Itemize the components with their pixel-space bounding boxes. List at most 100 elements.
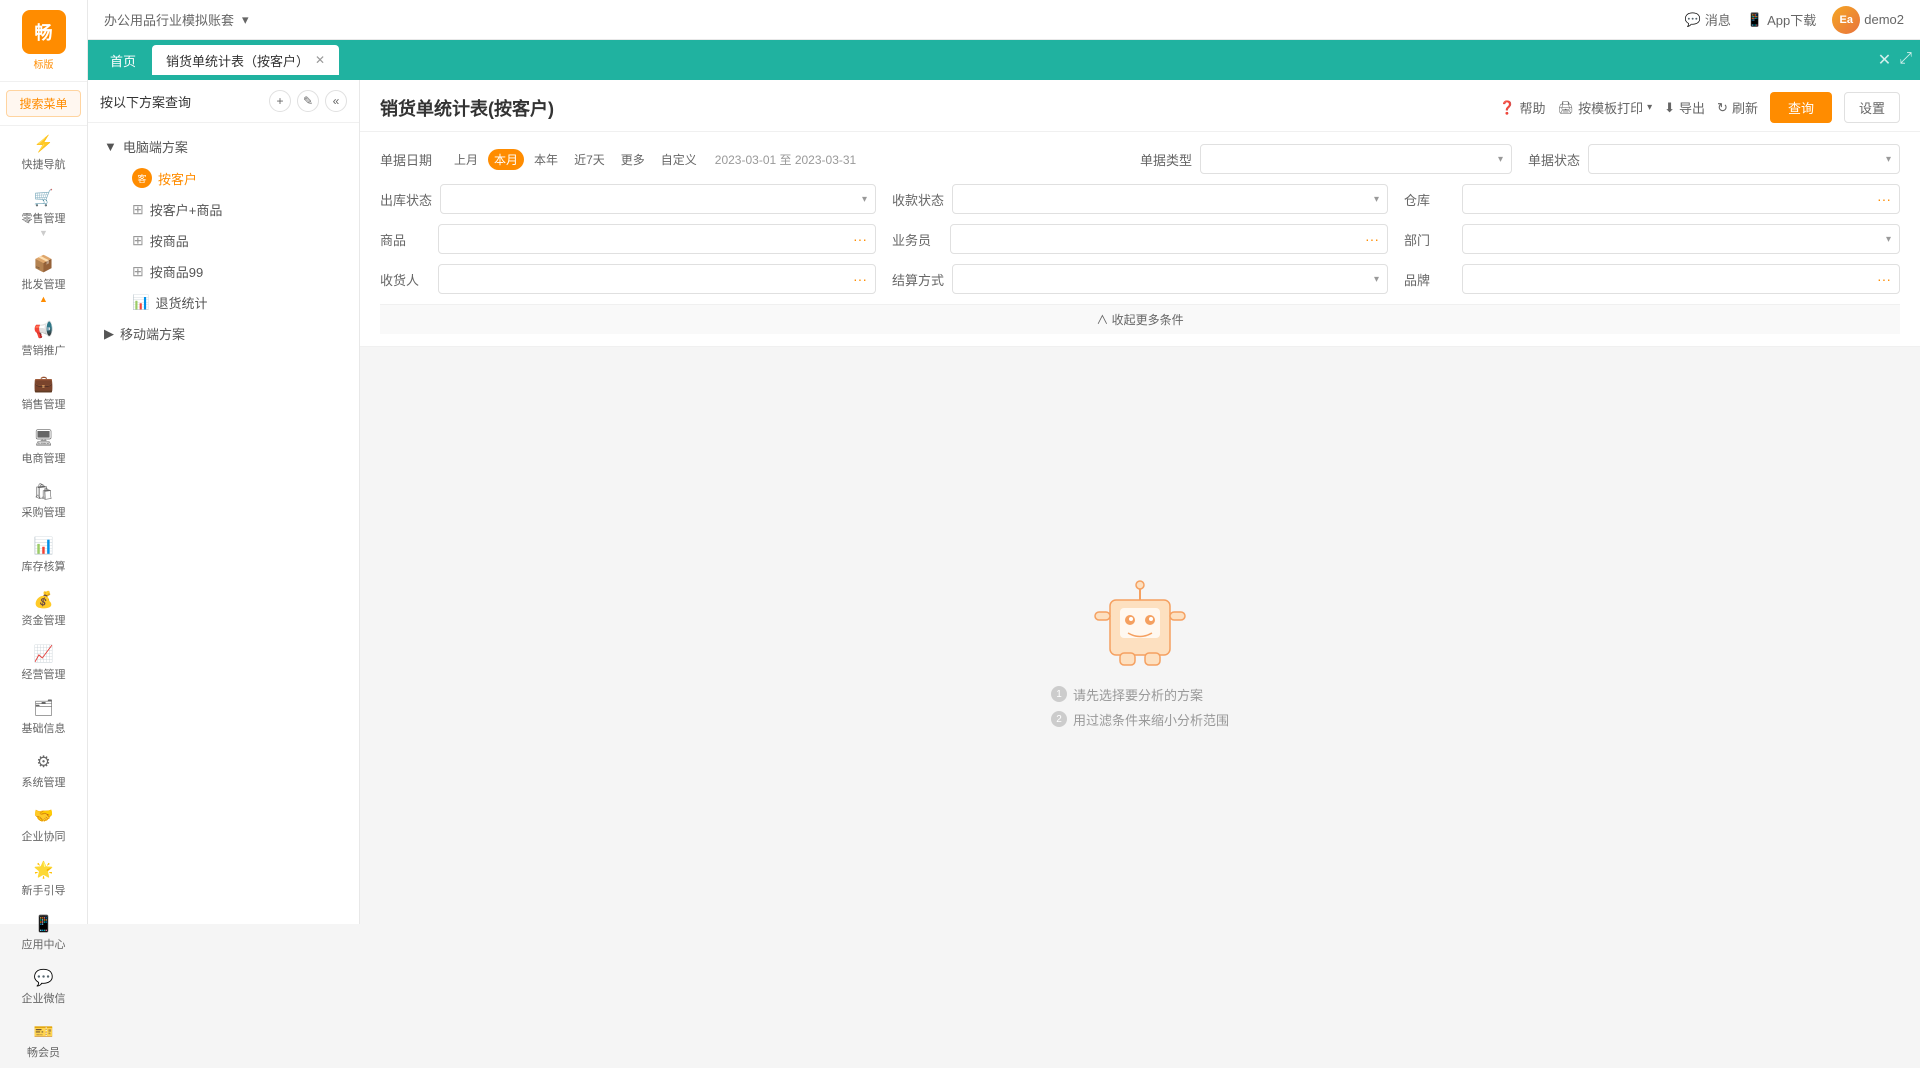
salesperson-more-icon: ··· [1365,231,1379,247]
topbar: 办公用品行业模拟账套 ▾ 💬 消息 📱 App下载 Ea demo2 [88,0,1920,40]
sidebar-item-wholesale[interactable]: 📦 批发管理 ▲ [0,246,87,312]
page-title: 销货单统计表(按客户) [380,95,554,121]
wholesale-icon: 📦 [34,254,54,274]
empty-tip-2: 2 用过滤条件来缩小分析范围 [1051,710,1229,729]
sidebar-item-corp-wechat[interactable]: 💬 企业微信 [0,960,87,1014]
finance-label: 资金管理 [22,612,66,628]
wholesale-arrow: ▲ [39,294,48,304]
tab-expand-button[interactable]: ⤢ [1899,50,1912,70]
date-shortcut-this-month[interactable]: 本月 [488,149,524,170]
mobile-group-label: 移动端方案 [120,324,185,343]
add-scheme-button[interactable]: + [269,90,291,112]
left-panel-actions: + ✎ « [269,90,347,112]
filter-row-3: 商品 ··· 业务员 ··· 部门 [380,224,1900,254]
help-label: 帮助 [1520,98,1546,117]
sidebar-item-finance[interactable]: 💰 资金管理 [0,582,87,636]
sidebar-item-basic[interactable]: 🗂 基础信息 [0,690,87,744]
members-label: 畅会员 [27,1044,60,1060]
brand-select[interactable]: ··· [1462,264,1900,294]
dept-label: 部门 [1404,230,1454,249]
settle-chevron-icon: ▾ [1374,274,1379,285]
sidebar-item-system[interactable]: ⚙ 系统管理 [0,744,87,798]
tip-1-number: 1 [1051,686,1067,702]
scheme-item-return-stat[interactable]: 📊 退货统计 [104,287,359,318]
sidebar-item-retail[interactable]: 🛒 零售管理 ▼ [0,180,87,246]
mobile-group-header[interactable]: ▶ 移动端方案 [88,318,359,349]
tabbar: 首页 销货单统计表（按客户） ✕ ✕ ⤢ [88,40,1920,80]
desktop-scheme-group: ▼ 电脑端方案 客 按客户 ⊞ 按客户+商品 ⊞ [88,131,359,318]
sidebar-item-sales[interactable]: 💼 销售管理 [0,366,87,420]
scheme-item-by-customer[interactable]: 客 按客户 [104,162,359,194]
sidebar-item-quick-nav[interactable]: ⚡ 快捷导航 [0,126,87,180]
edit-scheme-button[interactable]: ✎ [297,90,319,112]
desktop-group-header[interactable]: ▼ 电脑端方案 [88,131,359,162]
brand-label: 品牌 [1404,270,1454,289]
tab-close-all-button[interactable]: ✕ [1878,50,1891,70]
search-menu-button[interactable]: 搜索菜单 [6,90,81,117]
left-panel-title: 按以下方案查询 [100,92,191,111]
refresh-button[interactable]: ↻ 刷新 [1717,98,1758,117]
help-button[interactable]: ❓ 帮助 [1499,98,1545,117]
tab-close-button[interactable]: ✕ [315,53,325,67]
by-customer-label: 按客户 [158,169,197,188]
right-panel: 销货单统计表(按客户) ❓ 帮助 🖨 按模板打印 ▾ ⬇ 导出 [360,80,1920,924]
enterprise-icon: 🤝 [34,806,54,826]
app-download-button[interactable]: 📱 App下载 [1747,10,1816,29]
tip-2-number: 2 [1051,711,1067,727]
filter-doc-status: 单据状态 ▾ [1528,144,1900,174]
tab-home[interactable]: 首页 [96,45,150,75]
scheme-item-product-99[interactable]: ⊞ 按商品99 [104,256,359,287]
product-select[interactable]: ··· [438,224,876,254]
scheme-item-customer-product[interactable]: ⊞ 按客户+商品 [104,194,359,225]
empty-tips: 1 请先选择要分析的方案 2 用过滤条件来缩小分析范围 [1051,685,1229,729]
industry-dropdown[interactable]: ▾ [242,12,249,28]
date-shortcut-last-7days[interactable]: 近7天 [568,149,611,170]
sales-label: 销售管理 [22,396,66,412]
collapse-panel-button[interactable]: « [325,90,347,112]
warehouse-select[interactable]: ··· [1462,184,1900,214]
sidebar-item-members[interactable]: 🎫 畅会员 [0,1014,87,1068]
sidebar-item-ecom[interactable]: 🖥 电商管理 [0,420,87,474]
collapse-filter-button[interactable]: ∧ 收起更多条件 [380,304,1900,334]
warehouse-more-icon: ··· [1877,191,1891,207]
sidebar-item-apps[interactable]: 📱 应用中心 [0,906,87,960]
sidebar-item-onboard[interactable]: 🌟 新手引导 [0,852,87,906]
sidebar-item-inventory[interactable]: 📊 库存核算 [0,528,87,582]
setting-button[interactable]: 设置 [1844,92,1900,123]
receiver-select[interactable]: ··· [438,264,876,294]
export-button[interactable]: ⬇ 导出 [1664,98,1705,117]
print-button[interactable]: 🖨 按模板打印 ▾ [1558,98,1653,117]
pay-status-select[interactable]: ▾ [952,184,1388,214]
message-label: 消息 [1705,10,1731,29]
query-button[interactable]: 查询 [1770,92,1832,123]
dept-select[interactable]: ▾ [1462,224,1900,254]
date-shortcut-custom[interactable]: 自定义 [655,149,703,170]
settle-select[interactable]: ▾ [952,264,1388,294]
scheme-item-by-product[interactable]: ⊞ 按商品 [104,225,359,256]
tab-sales-stat[interactable]: 销货单统计表（按客户） ✕ [152,45,339,75]
salesperson-select[interactable]: ··· [950,224,1388,254]
user-profile[interactable]: Ea demo2 [1832,6,1904,34]
user-name: demo2 [1864,12,1904,27]
tab-sales-stat-label: 销货单统计表（按客户） [166,51,309,70]
dropdown-chevron-icon: ▾ [242,12,249,28]
date-shortcut-more[interactable]: 更多 [615,149,651,170]
date-shortcut-last-month[interactable]: 上月 [448,149,484,170]
message-button[interactable]: 💬 消息 [1685,10,1731,29]
onboard-label: 新手引导 [22,882,66,898]
doc-status-select[interactable]: ▾ [1588,144,1900,174]
corp-wechat-icon: 💬 [34,968,54,988]
sidebar-item-marketing[interactable]: 📢 营销推广 [0,312,87,366]
date-shortcuts: 上月 本月 本年 近7天 更多 自定义 [448,149,703,170]
sidebar-item-enterprise[interactable]: 🤝 企业协同 [0,798,87,852]
inventory-icon: 📊 [34,536,54,556]
out-status-select[interactable]: ▾ [440,184,876,214]
doc-type-select[interactable]: ▾ [1200,144,1512,174]
sidebar-item-operations[interactable]: 📈 经营管理 [0,636,87,690]
date-shortcut-this-year[interactable]: 本年 [528,149,564,170]
basic-icon: 🗂 [33,698,53,718]
receiver-more-icon: ··· [853,271,867,287]
filter-receiver: 收货人 ··· [380,264,876,294]
mobile-scheme-group: ▶ 移动端方案 [88,318,359,349]
sidebar-item-purchase[interactable]: 🛍 采购管理 [0,474,87,528]
